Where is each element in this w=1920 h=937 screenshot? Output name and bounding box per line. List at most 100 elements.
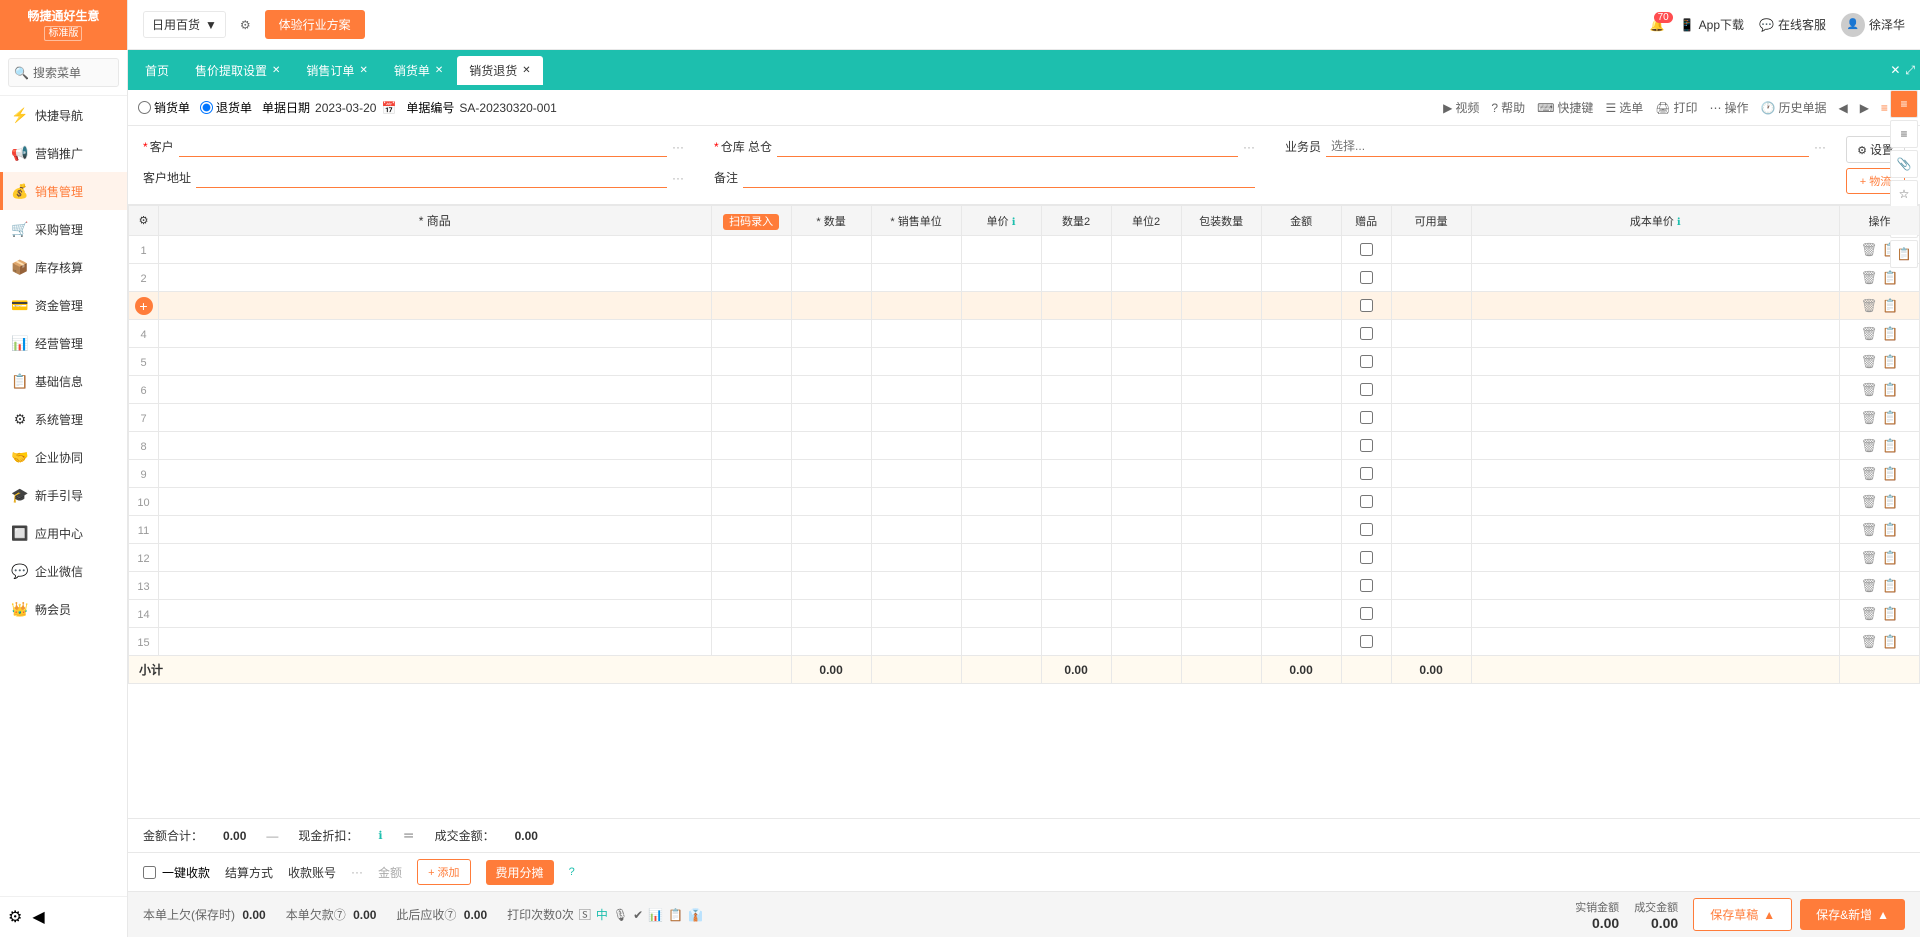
- gift-checkbox-12[interactable]: [1360, 551, 1373, 564]
- sidebar-item-basic[interactable]: 📋基础信息: [0, 362, 127, 400]
- row-delete-13[interactable]: 🗑: [1861, 578, 1878, 594]
- row-qty-cell[interactable]: [791, 292, 871, 320]
- expand-btn[interactable]: ⤢: [1905, 63, 1915, 78]
- tab-close-price-setting[interactable]: ✕: [272, 65, 280, 76]
- next-doc-btn[interactable]: ▶: [1860, 101, 1869, 115]
- row-qty-cell-5[interactable]: [791, 348, 871, 376]
- row-copy-8[interactable]: 📋: [1882, 438, 1898, 454]
- row-qty-cell-4[interactable]: [791, 320, 871, 348]
- row-qty-cell-15[interactable]: [791, 628, 871, 656]
- radio-sales-return[interactable]: 退货单: [200, 99, 252, 116]
- row-qty-cell-14[interactable]: [791, 600, 871, 628]
- right-panel-btn-6[interactable]: 📋: [1890, 240, 1918, 268]
- sidebar-item-finance[interactable]: 💳资金管理: [0, 286, 127, 324]
- sidebar-item-operation[interactable]: 📊经营管理: [0, 324, 127, 362]
- address-input[interactable]: [196, 167, 667, 188]
- row-copy-7[interactable]: 📋: [1882, 410, 1898, 426]
- app-download-link[interactable]: 📱 App下载: [1680, 16, 1744, 33]
- gift-checkbox-8[interactable]: [1360, 439, 1373, 452]
- row-delete-10[interactable]: 🗑: [1861, 494, 1878, 510]
- add-payment-btn[interactable]: + 添加: [417, 859, 470, 885]
- settings-icon[interactable]: ⚙: [8, 907, 22, 927]
- list-view-btn[interactable]: ≡: [1881, 101, 1888, 115]
- shortcut-btn[interactable]: ⌨ 快捷键: [1537, 99, 1593, 116]
- row-product-cell-5[interactable]: [159, 348, 712, 376]
- row-copy-13[interactable]: 📋: [1882, 578, 1898, 594]
- sidebar-item-shortcut[interactable]: ⚡快捷导航: [0, 96, 127, 134]
- row-delete-7[interactable]: 🗑: [1861, 410, 1878, 426]
- print-tools-icon7[interactable]: 👔: [688, 908, 703, 922]
- tab-close-sales-return[interactable]: ✕: [522, 65, 530, 76]
- row-copy-3[interactable]: 📋: [1882, 298, 1898, 314]
- row-product-cell-7[interactable]: [159, 404, 712, 432]
- tab-sales-order[interactable]: 销售订单✕: [294, 56, 379, 85]
- row-delete-14[interactable]: 🗑: [1861, 606, 1878, 622]
- customer-input[interactable]: [179, 136, 667, 157]
- gift-checkbox-13[interactable]: [1360, 579, 1373, 592]
- sidebar-item-inventory[interactable]: 📦库存核算: [0, 248, 127, 286]
- row-qty-cell-11[interactable]: [791, 516, 871, 544]
- notification-bell[interactable]: 🔔 70: [1650, 18, 1665, 32]
- header-gear-button[interactable]: ⚙: [236, 14, 255, 36]
- row-product-cell[interactable]: [159, 292, 712, 320]
- experience-button[interactable]: 体验行业方案: [265, 10, 365, 39]
- radio-sales-delivery[interactable]: 销货单: [138, 99, 190, 116]
- row-copy-9[interactable]: 📋: [1882, 466, 1898, 482]
- row-copy-12[interactable]: 📋: [1882, 550, 1898, 566]
- row-product-cell-14[interactable]: [159, 600, 712, 628]
- prev-doc-btn[interactable]: ◀: [1838, 101, 1847, 115]
- operate-btn[interactable]: ⋯ 操作: [1709, 99, 1748, 116]
- row-qty-cell-6[interactable]: [791, 376, 871, 404]
- fee-split-btn[interactable]: 费用分摊: [486, 860, 554, 885]
- print-tools-icon1[interactable]: 🅂: [579, 906, 591, 923]
- row-delete-11[interactable]: 🗑: [1861, 522, 1878, 538]
- row-delete-9[interactable]: 🗑: [1861, 466, 1878, 482]
- gift-checkbox-10[interactable]: [1360, 495, 1373, 508]
- row-product-cell-15[interactable]: [159, 628, 712, 656]
- address-select-btn[interactable]: ···: [672, 171, 684, 185]
- row-product-cell-6[interactable]: [159, 376, 712, 404]
- row-copy-15[interactable]: 📋: [1882, 634, 1898, 650]
- search-menu-button[interactable]: 🔍 搜索菜单: [8, 58, 119, 87]
- right-panel-btn-3[interactable]: 📎: [1890, 150, 1918, 178]
- scan-btn[interactable]: 扫码录入: [723, 214, 779, 230]
- sidebar-item-purchase[interactable]: 🛒采购管理: [0, 210, 127, 248]
- account-dots[interactable]: ···: [351, 865, 363, 879]
- sidebar-item-marketing[interactable]: 📢营销推广: [0, 134, 127, 172]
- one-key-payment-check[interactable]: 一键收款: [143, 864, 210, 881]
- product-input-3[interactable]: [163, 299, 707, 313]
- collapse-icon[interactable]: ◀: [32, 907, 44, 927]
- row-delete-5[interactable]: 🗑: [1861, 354, 1878, 370]
- row-qty-cell-2[interactable]: [791, 264, 871, 292]
- row-qty-cell-1[interactable]: [791, 236, 871, 264]
- row-product-cell-12[interactable]: [159, 544, 712, 572]
- gift-checkbox-9[interactable]: [1360, 467, 1373, 480]
- col-settings[interactable]: ⚙: [129, 206, 159, 236]
- tab-sales-return[interactable]: 销货退货✕: [457, 56, 542, 85]
- gift-checkbox-3[interactable]: [1360, 299, 1373, 312]
- row-product-cell-1[interactable]: [159, 236, 712, 264]
- row-delete-4[interactable]: 🗑: [1861, 326, 1878, 342]
- right-panel-btn-2[interactable]: ≡: [1890, 120, 1918, 148]
- print-tools-icon6[interactable]: 📋: [668, 908, 683, 922]
- row-delete-15[interactable]: 🗑: [1861, 634, 1878, 650]
- video-help-btn[interactable]: ▶ 视频: [1443, 99, 1479, 116]
- gift-checkbox-1[interactable]: [1360, 243, 1373, 256]
- row-product-cell-11[interactable]: [159, 516, 712, 544]
- row-product-cell-2[interactable]: [159, 264, 712, 292]
- row-delete-6[interactable]: 🗑: [1861, 382, 1878, 398]
- gift-checkbox-6[interactable]: [1360, 383, 1373, 396]
- gift-checkbox-15[interactable]: [1360, 635, 1373, 648]
- user-profile[interactable]: 👤 徐泽华: [1841, 13, 1905, 37]
- row-product-cell-4[interactable]: [159, 320, 712, 348]
- gift-checkbox-5[interactable]: [1360, 355, 1373, 368]
- row-copy-4[interactable]: 📋: [1882, 326, 1898, 342]
- print-tools-icon3[interactable]: 🎙: [613, 908, 628, 922]
- warehouse-input[interactable]: [777, 136, 1238, 157]
- row-qty-cell-10[interactable]: [791, 488, 871, 516]
- history-btn[interactable]: 🕐 历史单据: [1760, 99, 1826, 116]
- calendar-icon[interactable]: 📅: [381, 101, 396, 115]
- row-qty-cell-8[interactable]: [791, 432, 871, 460]
- row-copy-10[interactable]: 📋: [1882, 494, 1898, 510]
- row-product-cell-9[interactable]: [159, 460, 712, 488]
